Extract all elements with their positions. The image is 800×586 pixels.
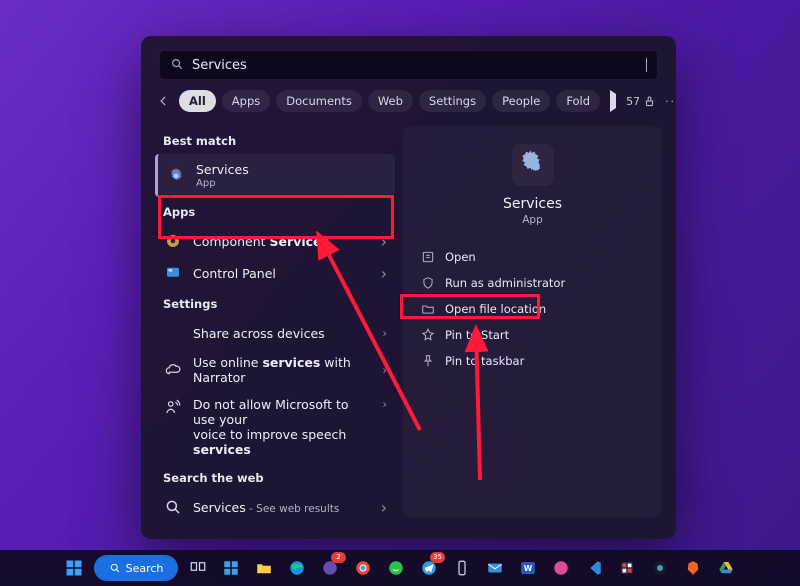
phone-link-icon[interactable] <box>449 555 475 581</box>
best-match-title: Services <box>196 162 387 177</box>
filter-apps[interactable]: Apps <box>222 90 270 112</box>
start-search-panel: All Apps Documents Web Settings People F… <box>141 36 676 539</box>
setting-voice-speech[interactable]: Do not allow Microsoft to use your voice… <box>155 391 395 463</box>
filter-settings[interactable]: Settings <box>419 90 486 112</box>
filter-row: All Apps Documents Web Settings People F… <box>141 90 676 122</box>
app-red-icon[interactable] <box>614 555 640 581</box>
edge-icon[interactable] <box>284 555 310 581</box>
search-icon <box>163 497 183 517</box>
preview-pane: Services App Open Run as administrator O… <box>403 126 662 517</box>
task-view-icon[interactable] <box>185 555 211 581</box>
shield-icon <box>421 276 435 290</box>
back-icon[interactable] <box>157 92 171 110</box>
action-run-admin[interactable]: Run as administrator <box>411 270 654 296</box>
chevron-right-icon: › <box>381 498 387 517</box>
search-input[interactable] <box>192 58 646 73</box>
preview-subtitle: App <box>522 214 543 226</box>
action-pin-taskbar[interactable]: Pin to taskbar <box>411 348 654 374</box>
app-dark-icon[interactable] <box>647 555 673 581</box>
chevron-right-icon: › <box>382 363 387 377</box>
filter-web[interactable]: Web <box>368 90 413 112</box>
section-settings: Settings <box>155 289 395 317</box>
pin-icon <box>421 354 435 368</box>
open-icon <box>421 250 435 264</box>
best-match-services[interactable]: Services App <box>155 154 395 197</box>
word-icon[interactable]: W <box>515 555 541 581</box>
taskbar-search[interactable]: Search <box>94 555 178 581</box>
person-voice-icon <box>163 397 183 417</box>
taskbar: Search W <box>0 550 800 586</box>
setting-online-services-narrator[interactable]: Use online services with Narrator › <box>155 349 395 391</box>
best-match-subtitle: App <box>196 178 387 189</box>
rewards-count[interactable]: 57 <box>626 95 655 108</box>
section-apps: Apps <box>155 197 395 225</box>
app-pink-icon[interactable] <box>548 555 574 581</box>
more-options-icon[interactable]: ··· <box>665 95 676 108</box>
results-column: Best match Services App Apps Component S… <box>155 126 395 517</box>
brave-icon[interactable] <box>680 555 706 581</box>
app-component-services[interactable]: Component Services › <box>155 225 395 257</box>
chevron-right-icon: › <box>382 326 387 340</box>
setting-share-devices[interactable]: Share across devices › <box>155 317 395 349</box>
widgets-icon[interactable] <box>218 555 244 581</box>
search-box[interactable] <box>159 50 658 80</box>
vscode-icon[interactable] <box>581 555 607 581</box>
whatsapp-icon[interactable] <box>383 555 409 581</box>
cloud-icon <box>163 360 183 380</box>
chrome-icon[interactable] <box>350 555 376 581</box>
search-icon <box>170 56 184 75</box>
action-open-location[interactable]: Open file location <box>411 296 654 322</box>
svg-text:W: W <box>524 564 533 573</box>
web-search-services[interactable]: Services - See web results › <box>155 491 395 517</box>
chevron-right-icon: › <box>381 232 387 251</box>
telegram-icon[interactable] <box>416 555 442 581</box>
chevron-right-icon: › <box>381 264 387 283</box>
explorer-icon[interactable] <box>251 555 277 581</box>
text-caret <box>646 58 647 72</box>
filter-documents[interactable]: Documents <box>276 90 362 112</box>
filter-all[interactable]: All <box>179 90 216 112</box>
filter-people[interactable]: People <box>492 90 550 112</box>
action-open[interactable]: Open <box>411 244 654 270</box>
preview-title: Services <box>503 196 562 212</box>
preview-app-icon <box>512 144 554 186</box>
drive-icon[interactable] <box>713 555 739 581</box>
start-button[interactable] <box>61 555 87 581</box>
folder-icon <box>421 302 435 316</box>
section-best-match: Best match <box>155 126 395 154</box>
action-pin-start[interactable]: Pin to Start <box>411 322 654 348</box>
filter-folders[interactable]: Fold <box>556 90 600 112</box>
app-control-panel[interactable]: Control Panel › <box>155 257 395 289</box>
chevron-right-icon: › <box>382 397 387 411</box>
section-search-web: Search the web <box>155 463 395 491</box>
app-item-label: Component Services <box>193 234 371 249</box>
app-item-label: Control Panel <box>193 266 371 281</box>
pin-icon <box>421 328 435 342</box>
filter-more-icon[interactable] <box>606 94 620 108</box>
app-icon[interactable] <box>317 555 343 581</box>
search-icon <box>109 562 121 574</box>
mail-icon[interactable] <box>482 555 508 581</box>
gear-icon <box>166 166 186 186</box>
control-panel-icon <box>163 263 183 283</box>
component-services-icon <box>163 231 183 251</box>
